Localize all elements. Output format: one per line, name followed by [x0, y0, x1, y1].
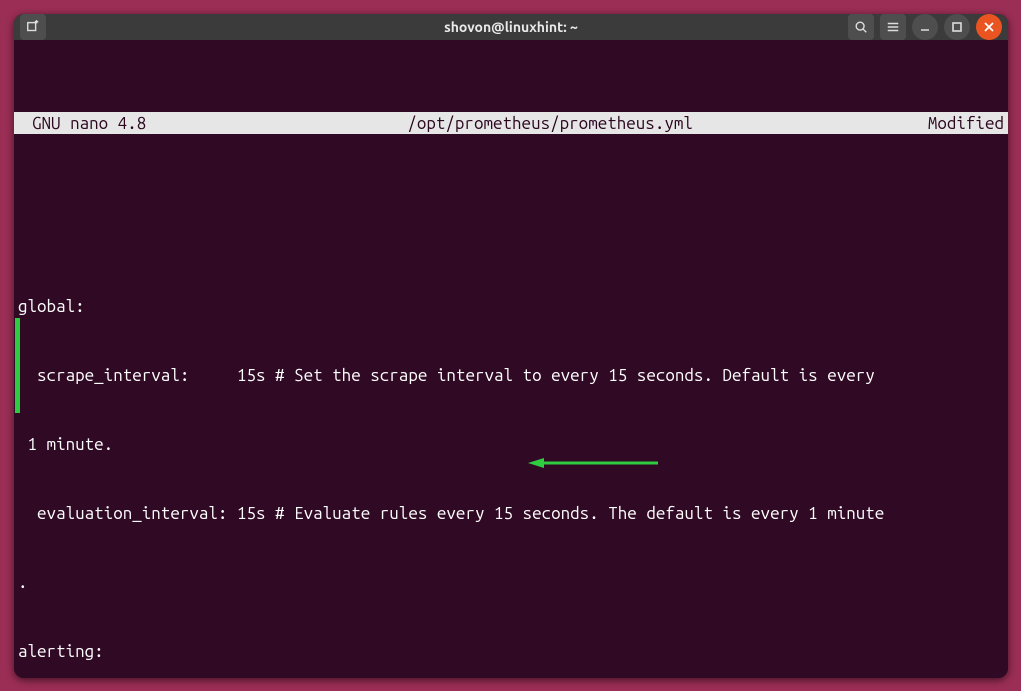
titlebar: shovon@linuxhint: ~ — [14, 14, 1008, 40]
close-button[interactable] — [976, 14, 1002, 40]
search-button[interactable] — [848, 14, 874, 40]
minimize-button[interactable] — [912, 14, 938, 40]
maximize-icon — [951, 21, 963, 33]
nano-header: GNU nano 4.8 /opt/prometheus/prometheus.… — [14, 112, 1008, 134]
editor-content[interactable]: global: scrape_interval: 15s # Set the s… — [14, 203, 1008, 678]
file-line: scrape_interval: 15s # Set the scrape in… — [18, 364, 1006, 387]
file-line: global: — [18, 295, 1006, 318]
hamburger-icon — [886, 20, 900, 34]
annotation-bar — [15, 318, 20, 413]
maximize-button[interactable] — [944, 14, 970, 40]
new-tab-button[interactable] — [20, 14, 46, 40]
close-icon — [983, 21, 995, 33]
annotation-arrow — [452, 428, 582, 438]
file-line: . — [18, 571, 1006, 594]
terminal-body[interactable]: GNU nano 4.8 /opt/prometheus/prometheus.… — [14, 40, 1008, 678]
terminal-window: shovon@linuxhint: ~ GNU nano 4.8 /opt/pr… — [14, 14, 1008, 678]
menu-button[interactable] — [880, 14, 906, 40]
file-line: evaluation_interval: 15s # Evaluate rule… — [18, 502, 1006, 525]
nano-modified: Modified — [894, 112, 1004, 134]
nano-version: GNU nano 4.8 — [32, 112, 146, 134]
window-title: shovon@linuxhint: ~ — [230, 19, 792, 35]
nano-filename: /opt/prometheus/prometheus.yml — [146, 112, 894, 134]
minimize-icon — [919, 21, 931, 33]
search-icon — [854, 20, 868, 34]
file-line: alerting: — [18, 640, 1006, 663]
